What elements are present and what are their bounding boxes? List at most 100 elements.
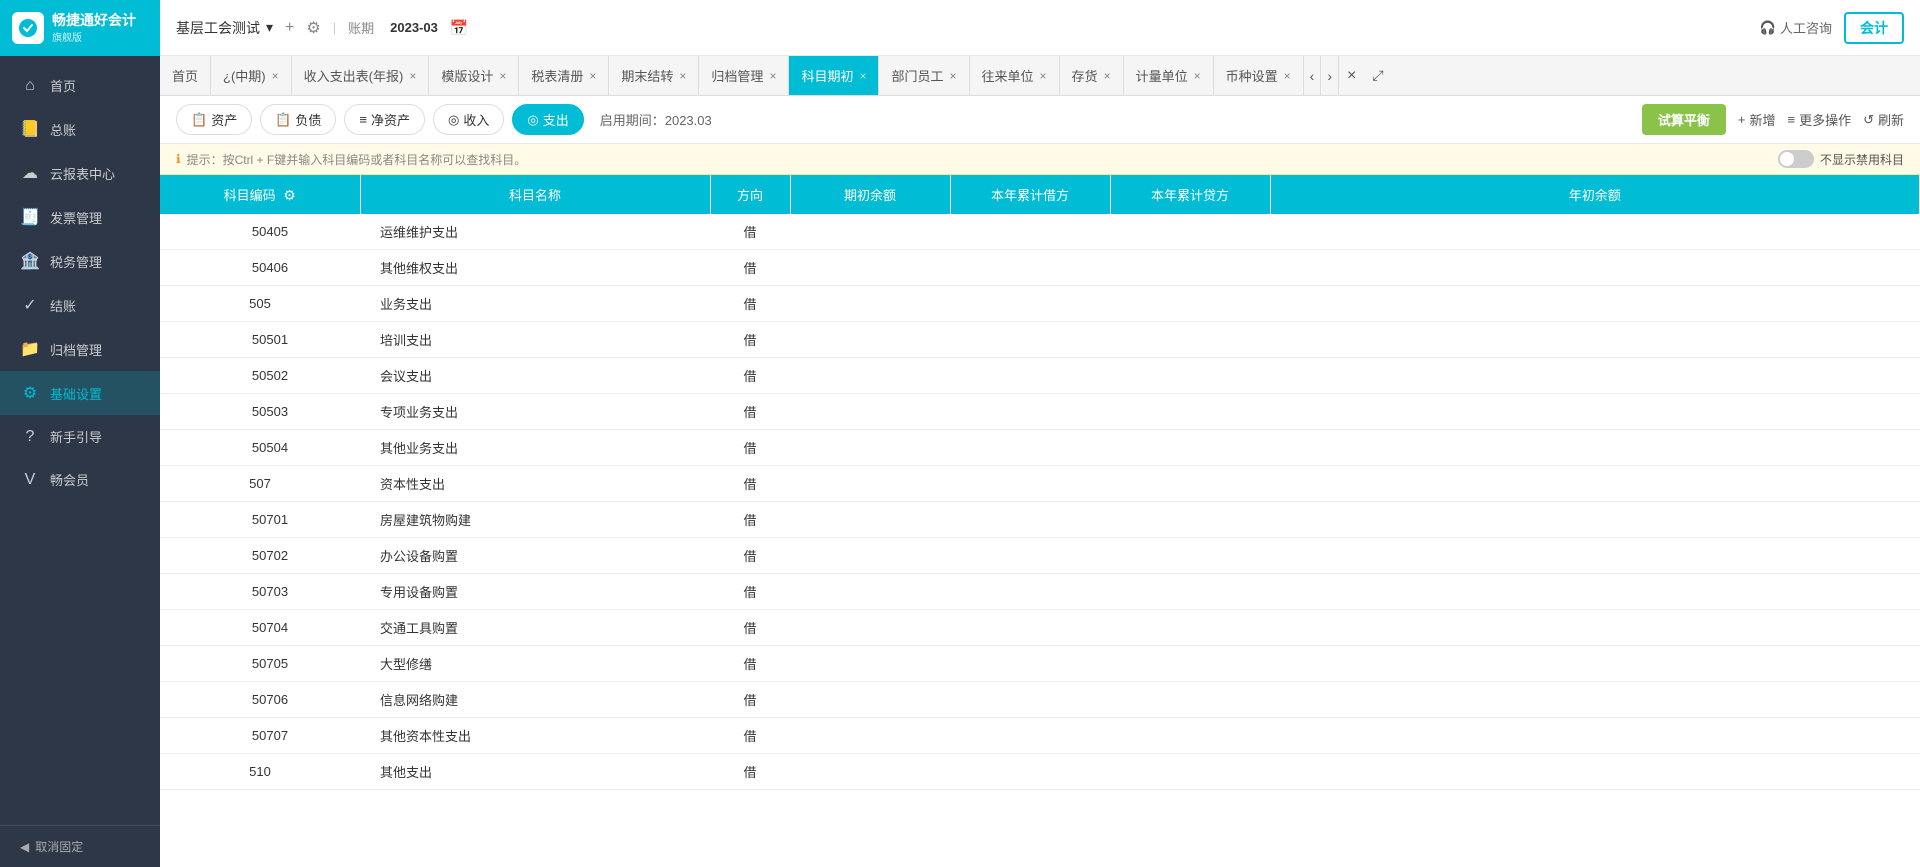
- tab-interim[interactable]: ¿(中期) ×: [211, 56, 292, 96]
- table-row[interactable]: 50503 专项业务支出 借: [160, 394, 1920, 430]
- cell-direction: 借: [710, 430, 790, 466]
- table-container[interactable]: 科目编码 ⚙ 科目名称 方向 期初余额 本年累计借方 本年累计贷方 年初余额 5…: [160, 175, 1920, 867]
- tab-archive-close[interactable]: ×: [769, 69, 776, 83]
- hint-toggle[interactable]: 不显示禁用科目: [1778, 150, 1904, 168]
- tab-unit[interactable]: 计量单位 ×: [1124, 56, 1214, 96]
- table-row[interactable]: 50704 交通工具购置 借: [160, 610, 1920, 646]
- sidebar-label-tax: 税务管理: [50, 252, 102, 271]
- tab-income-close[interactable]: ×: [409, 69, 416, 83]
- tab-nav-next[interactable]: ›: [1321, 56, 1339, 96]
- cell-ytd-credit: [1110, 754, 1270, 790]
- toggle-switch[interactable]: [1778, 150, 1814, 168]
- sidebar: 畅捷通好会计 旗舰版 ⌂ 首页 📒 总账 ☁ 云报表中心 🧾 发票管理 🏦 税务…: [0, 0, 160, 867]
- tab-taxform-close[interactable]: ×: [589, 69, 596, 83]
- tab-currency[interactable]: 币种设置 ×: [1214, 56, 1304, 96]
- tab-interim-label: ¿(中期): [223, 66, 266, 85]
- cell-name: 房屋建筑物购建: [360, 502, 710, 538]
- sidebar-label-guide: 新手引导: [50, 427, 102, 446]
- cell-ytd-credit: [1110, 466, 1270, 502]
- topbar-add-icon[interactable]: +: [285, 19, 294, 37]
- tab-customer[interactable]: 往来单位 ×: [970, 56, 1060, 96]
- cell-direction: 借: [710, 358, 790, 394]
- tab-period-end[interactable]: 期末结转 ×: [609, 56, 699, 96]
- table-row[interactable]: 50705 大型修缮 借: [160, 646, 1920, 682]
- company-selector[interactable]: 基层工会测试 ▾: [176, 18, 273, 38]
- table-row[interactable]: 50405 运维维护支出 借: [160, 214, 1920, 250]
- subtab-liability[interactable]: 📋 负债: [260, 104, 336, 135]
- table-row[interactable]: 505 业务支出 借: [160, 286, 1920, 322]
- table-row[interactable]: 50502 会议支出 借: [160, 358, 1920, 394]
- tab-unit-label: 计量单位: [1136, 66, 1188, 85]
- cell-opening: [790, 718, 950, 754]
- sidebar-label-basic: 基础设置: [50, 384, 102, 403]
- subtab-net-asset[interactable]: ≡ 净资产: [344, 104, 425, 135]
- tab-template-label: 模版设计: [441, 66, 493, 85]
- tab-inventory-close[interactable]: ×: [1104, 69, 1111, 83]
- subtab-income[interactable]: ◎ 收入: [433, 104, 504, 135]
- hint-bar: ℹ 提示：按Ctrl + F键并输入科目编码或者科目名称可以查找科目。 不显示禁…: [160, 144, 1920, 175]
- tab-currency-label: 币种设置: [1226, 66, 1278, 85]
- tab-subject-init-close[interactable]: ×: [859, 69, 866, 83]
- tab-income[interactable]: 收入支出表(年报) ×: [292, 56, 430, 96]
- service-button[interactable]: 🎧 人工咨询: [1760, 18, 1832, 37]
- table-row[interactable]: 50501 培训支出 借: [160, 322, 1920, 358]
- table-row[interactable]: 510 其他支出 借: [160, 754, 1920, 790]
- calculate-button[interactable]: 试算平衡: [1642, 104, 1726, 135]
- tab-dept[interactable]: 部门员工 ×: [879, 56, 969, 96]
- subtab-expense[interactable]: ◎ 支出: [512, 104, 583, 135]
- table-row[interactable]: 50703 专用设备购置 借: [160, 574, 1920, 610]
- table-row[interactable]: 50707 其他资本性支出 借: [160, 718, 1920, 754]
- logo-text-block: 畅捷通好会计 旗舰版: [52, 12, 136, 44]
- tab-period-end-close[interactable]: ×: [679, 69, 686, 83]
- sidebar-item-archive[interactable]: 📁 归档管理: [0, 327, 160, 371]
- tab-currency-close[interactable]: ×: [1284, 69, 1291, 83]
- tab-interim-close[interactable]: ×: [272, 69, 279, 83]
- sidebar-item-guide[interactable]: ? 新手引导: [0, 415, 160, 458]
- tab-taxform[interactable]: 税表清册 ×: [519, 56, 609, 96]
- tab-customer-label: 往来单位: [982, 66, 1034, 85]
- table-row[interactable]: 50504 其他业务支出 借: [160, 430, 1920, 466]
- sidebar-item-invoice[interactable]: 🧾 发票管理: [0, 195, 160, 239]
- cell-ytd-debit: [950, 430, 1110, 466]
- refresh-button[interactable]: ↺ 刷新: [1863, 110, 1904, 129]
- sidebar-item-report[interactable]: ☁ 云报表中心: [0, 151, 160, 195]
- cell-code: 50501: [160, 322, 360, 358]
- table-row[interactable]: 50406 其他维权支出 借: [160, 250, 1920, 286]
- tab-subject-init[interactable]: 科目期初 ×: [789, 56, 879, 96]
- sidebar-item-member[interactable]: V 畅会员: [0, 458, 160, 501]
- tab-expand[interactable]: ⤢: [1364, 56, 1391, 96]
- col-settings-icon[interactable]: ⚙: [283, 187, 296, 203]
- sidebar-item-settle[interactable]: ✓ 结账: [0, 283, 160, 327]
- tab-archive[interactable]: 归档管理 ×: [699, 56, 789, 96]
- cell-opening: [790, 466, 950, 502]
- subtab-asset-label: 资产: [211, 110, 237, 129]
- tab-template[interactable]: 模版设计 ×: [429, 56, 519, 96]
- sidebar-item-home[interactable]: ⌂ 首页: [0, 64, 160, 107]
- table-row[interactable]: 50701 房屋建筑物购建 借: [160, 502, 1920, 538]
- headset-icon: 🎧: [1760, 20, 1776, 36]
- sidebar-label-invoice: 发票管理: [50, 208, 102, 227]
- tab-inventory[interactable]: 存货 ×: [1060, 56, 1124, 96]
- refresh-icon: ↺: [1863, 112, 1874, 128]
- add-button[interactable]: + 新增: [1738, 110, 1776, 129]
- table-row[interactable]: 507 资本性支出 借: [160, 466, 1920, 502]
- topbar-settings-icon[interactable]: ⚙: [306, 18, 320, 38]
- sidebar-item-tax[interactable]: 🏦 税务管理: [0, 239, 160, 283]
- sidebar-item-ledger[interactable]: 📒 总账: [0, 107, 160, 151]
- tab-close-all[interactable]: ×: [1339, 56, 1364, 96]
- calendar-icon[interactable]: 📅: [450, 19, 469, 37]
- tab-nav-prev[interactable]: ‹: [1304, 56, 1322, 96]
- table-row[interactable]: 50706 信息网络购建 借: [160, 682, 1920, 718]
- expense-icon: ◎: [527, 112, 538, 128]
- table-row[interactable]: 50702 办公设备购置 借: [160, 538, 1920, 574]
- tab-unit-close[interactable]: ×: [1194, 69, 1201, 83]
- tab-customer-close[interactable]: ×: [1040, 69, 1047, 83]
- kuaiji-button[interactable]: 会计: [1844, 12, 1904, 44]
- subtab-asset[interactable]: 📋 资产: [176, 104, 252, 135]
- more-button[interactable]: ≡ 更多操作: [1787, 110, 1851, 129]
- sidebar-footer[interactable]: ◀ 取消固定: [0, 825, 160, 867]
- sidebar-item-basic[interactable]: ⚙ 基础设置: [0, 371, 160, 415]
- tab-home[interactable]: 首页: [160, 56, 211, 96]
- tab-dept-close[interactable]: ×: [950, 69, 957, 83]
- tab-template-close[interactable]: ×: [499, 69, 506, 83]
